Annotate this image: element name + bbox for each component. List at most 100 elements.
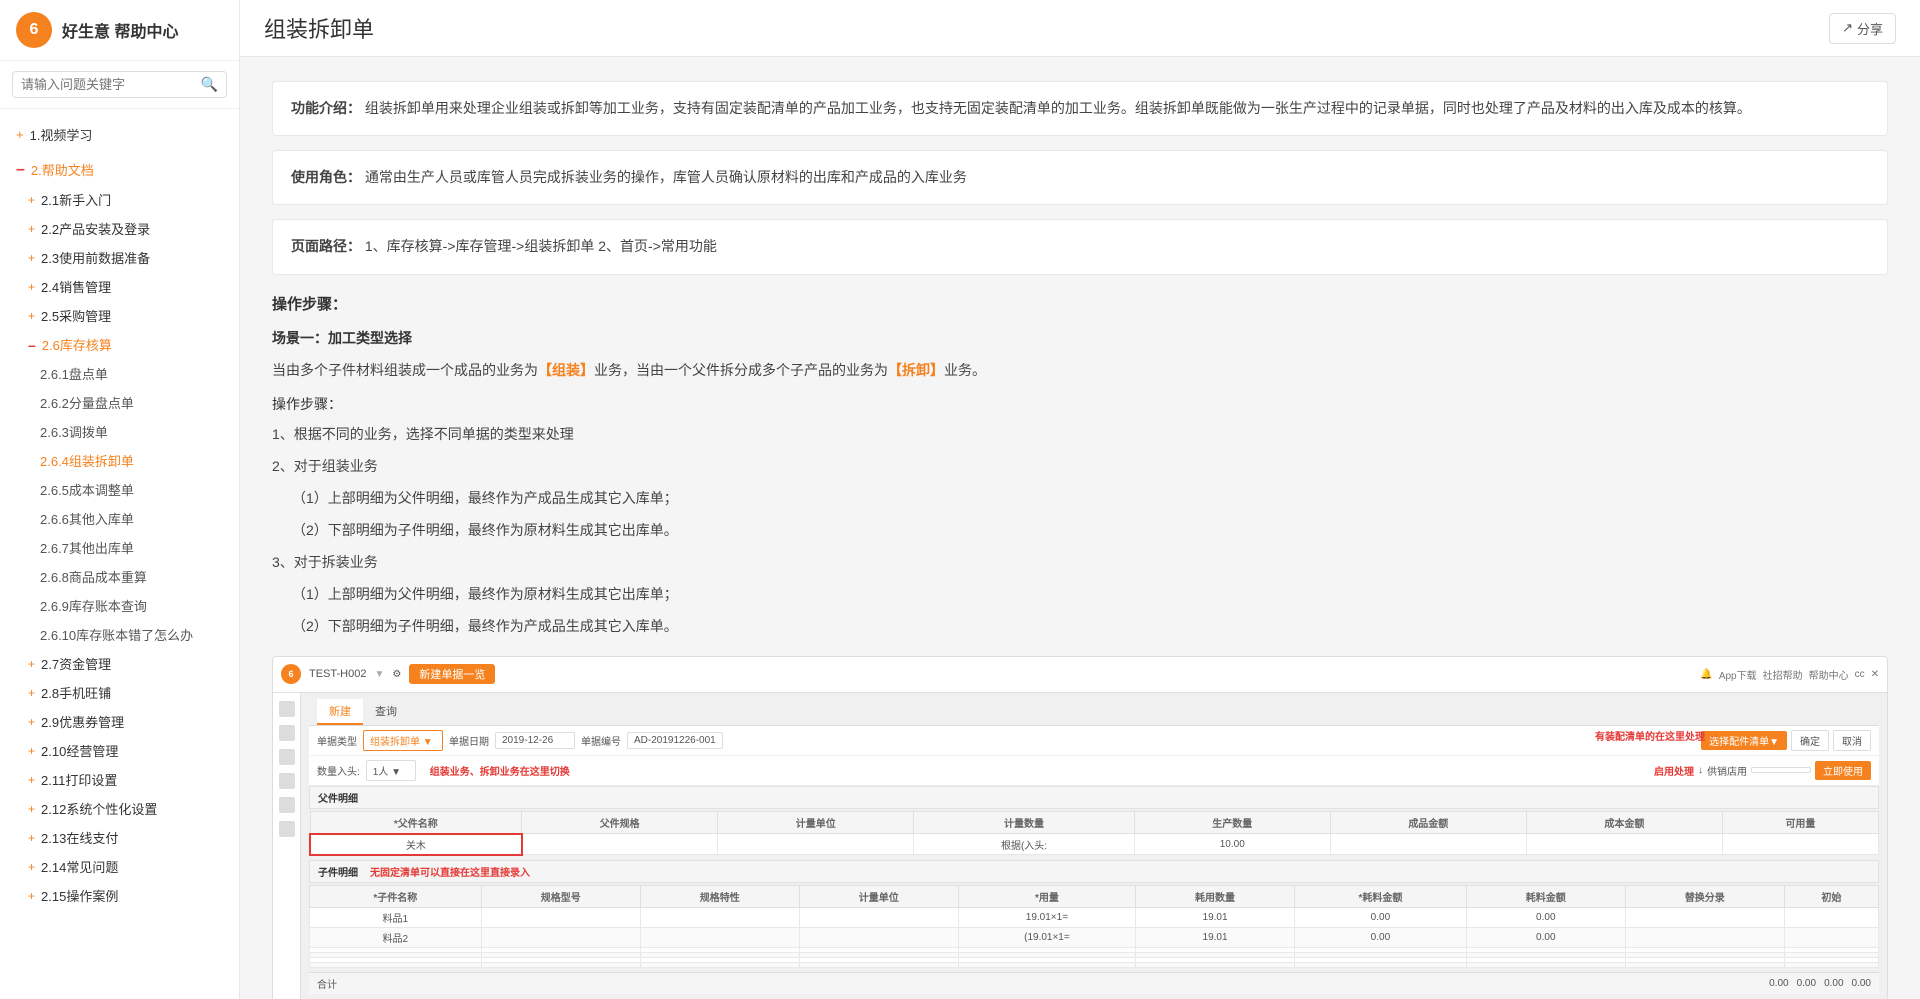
scene1-title: 场景一：加工类型选择 bbox=[272, 328, 1888, 348]
expand-icon-purchase: + bbox=[28, 309, 35, 323]
sidebar-leaf-2-6-6[interactable]: 2.6.6其他入库单 bbox=[0, 504, 239, 533]
sidebar-leaf-2-6-10[interactable]: 2.6.10库存账本错了怎么办 bbox=[0, 620, 239, 649]
mock-confirm-btn: 确定 bbox=[1791, 730, 1829, 751]
sidebar-item-finance[interactable]: + 2.7资金管理 bbox=[0, 649, 239, 678]
expand-icon-faq: + bbox=[28, 860, 35, 874]
expand-icon-data: + bbox=[28, 251, 35, 265]
mock-th-spec: 父件规格 bbox=[522, 811, 718, 834]
sidebar-item-install[interactable]: + 2.2产品安装及登录 bbox=[0, 214, 239, 243]
main-area: 组装拆卸单 ↗ 分享 功能介绍： 组装拆卸单用来处理企业组装或拆卸等加工业务，支… bbox=[240, 0, 1920, 999]
annotation-processing-text: 有装配清单的在这里处理 bbox=[1595, 728, 1705, 743]
mock-docno-field: AD-20191226-001 bbox=[627, 732, 723, 749]
sidebar-item-coupon[interactable]: + 2.9优惠券管理 bbox=[0, 707, 239, 736]
mock-enable-field bbox=[1751, 767, 1811, 773]
mock-bottom-row: 合计 0.00 0.00 0.00 0.00 bbox=[309, 972, 1879, 994]
mock-action-btns: 选择配件清单▼ 确定 取消 bbox=[1701, 730, 1871, 751]
mock-upper-section: 父件明细 bbox=[309, 786, 1879, 809]
sidebar-item-custom[interactable]: + 2.12系统个性化设置 bbox=[0, 794, 239, 823]
mock-logo: 6 bbox=[281, 664, 301, 684]
mock-upper-row-1: 关木 根据(入头: 10.00 bbox=[310, 834, 1879, 855]
collapse-icon-inventory: – bbox=[28, 337, 36, 353]
content-area: 功能介绍： 组装拆卸单用来处理企业组装或拆卸等加工业务，支持有固定装配清单的产品… bbox=[240, 57, 1920, 999]
sidebar-item-faq[interactable]: + 2.14常见问题 bbox=[0, 852, 239, 881]
sidebar-item-docs[interactable]: – 2.帮助文档 bbox=[0, 154, 239, 185]
expand-icon-custom: + bbox=[28, 802, 35, 816]
mock-nav-icons: 🔔 App下载 社招帮助 帮助中心 cc ✕ bbox=[1700, 667, 1879, 682]
sidebar: 6 好生意 帮助中心 🔍 + 1.视频学习 – 2.帮助文档 + 2 bbox=[0, 0, 240, 999]
sidebar-nav: + 1.视频学习 – 2.帮助文档 + 2.1新手入门 + 2.2产品安装及登录 bbox=[0, 109, 239, 999]
mock-th-prod: 生产数量 bbox=[1134, 811, 1330, 834]
sidebar-header: 6 好生意 帮助中心 bbox=[0, 0, 239, 61]
mock-lower-row-1: 料品1 19.01×1= 19.01 0.00 0.00 bbox=[310, 907, 1879, 927]
sidebar-item-sales[interactable]: + 2.4销售管理 bbox=[0, 272, 239, 301]
expand-icon-coupon: + bbox=[28, 715, 35, 729]
mock-icon-1 bbox=[279, 701, 295, 717]
mock-upper-table: *父件名称 父件规格 计量单位 计量数量 生产数量 成品金额 成本金额 可用量 bbox=[309, 811, 1879, 856]
share-button[interactable]: ↗ 分享 bbox=[1829, 13, 1896, 44]
mock-docno-label: 单据编号 bbox=[581, 733, 621, 748]
search-input[interactable] bbox=[21, 77, 201, 92]
sidebar-leaf-2-6-1[interactable]: 2.6.1盘点单 bbox=[0, 359, 239, 388]
func-intro-text: 组装拆卸单用来处理企业组装或拆卸等加工业务，支持有固定装配清单的产品加工业务，也… bbox=[365, 100, 1751, 116]
steps: 1、根据不同的业务，选择不同单据的类型来处理 2、对于组装业务 （1）上部明细为… bbox=[272, 420, 1888, 640]
expand-icon-mobile: + bbox=[28, 686, 35, 700]
sidebar-item-ops[interactable]: + 2.10经营管理 bbox=[0, 736, 239, 765]
sidebar-leaf-2-6-2[interactable]: 2.6.2分量盘点单 bbox=[0, 388, 239, 417]
screenshot-container: 6 TEST-H002 ▼ ⚙ 新建单据一览 🔔 App下载 社招帮助 帮助中心… bbox=[272, 656, 1888, 999]
func-intro-label: 功能介绍： bbox=[291, 100, 361, 116]
sidebar-leaf-2-6-3[interactable]: 2.6.3调拨单 bbox=[0, 417, 239, 446]
mock-th-unit: 计量单位 bbox=[718, 811, 914, 834]
sidebar-item-payment[interactable]: + 2.13在线支付 bbox=[0, 823, 239, 852]
role-text: 通常由生产人员或库管人员完成拆装业务的操作，库管人员确认原材料的出库和产成品的入… bbox=[365, 169, 967, 185]
mock-form-row-2: 数量入头: 1人 ▼ 组装业务、拆卸业务在这里切换 启用处理 ↓ 供销店用 立即… bbox=[309, 756, 1879, 786]
app-logo: 6 bbox=[16, 12, 52, 48]
mock-doc-no: TEST-H002 bbox=[309, 668, 366, 680]
ops-label: 操作步骤： bbox=[272, 394, 1888, 414]
mock-th-fin: 成品金额 bbox=[1330, 811, 1526, 834]
mock-sidebar-icons bbox=[273, 693, 301, 999]
sidebar-item-cases[interactable]: + 2.15操作案例 bbox=[0, 881, 239, 910]
expand-icon-video: + bbox=[16, 127, 24, 142]
mock-doc-type-label: 单据类型 bbox=[317, 733, 357, 748]
expand-icon-print: + bbox=[28, 773, 35, 787]
page-title: 组装拆卸单 bbox=[264, 12, 374, 44]
sidebar-item-print[interactable]: + 2.11打印设置 bbox=[0, 765, 239, 794]
role-block: 使用角色： 通常由生产人员或库管人员完成拆装业务的操作，库管人员确认原材料的出库… bbox=[272, 150, 1888, 205]
sidebar-item-mobile[interactable]: + 2.8手机旺铺 bbox=[0, 678, 239, 707]
annotation-no-fixed: 无固定清单可以直接在这里直接录入 bbox=[370, 864, 530, 879]
annotation-enable-text: 启用处理 bbox=[1654, 763, 1694, 778]
mock-qty-label: 数量入头: bbox=[317, 763, 360, 778]
mock-screenshot: 6 TEST-H002 ▼ ⚙ 新建单据一览 🔔 App下载 社招帮助 帮助中心… bbox=[273, 657, 1887, 999]
mock-form-row-1: 单据类型 组装拆卸单 ▼ 单据日期 2019-12-26 单据编号 AD-201… bbox=[309, 726, 1879, 756]
mock-tab-new: 新建 bbox=[317, 699, 363, 725]
mock-tab-query: 查询 bbox=[363, 699, 409, 725]
mock-th-qty: 计量数量 bbox=[914, 811, 1134, 834]
sidebar-leaf-2-6-8[interactable]: 2.6.8商品成本重算 bbox=[0, 562, 239, 591]
mock-icon-2 bbox=[279, 725, 295, 741]
annotation-type-switch: 组装业务、拆卸业务在这里切换 bbox=[430, 763, 570, 778]
mock-lower-row-6 bbox=[310, 962, 1879, 967]
ops-title: 操作步骤： bbox=[272, 293, 1888, 314]
mock-app-body: 新建 查询 单据类型 组装拆卸单 ▼ 单据日期 2019-12-26 单据编号 … bbox=[273, 693, 1887, 999]
sidebar-item-data[interactable]: + 2.3使用前数据准备 bbox=[0, 243, 239, 272]
mock-annotation-processing: 有装配清单的在这里处理 → bbox=[1595, 728, 1719, 743]
sidebar-leaf-2-6-4[interactable]: 2.6.4组装拆卸单 bbox=[0, 446, 239, 475]
sidebar-leaf-2-6-5[interactable]: 2.6.5成本调整单 bbox=[0, 475, 239, 504]
search-icon[interactable]: 🔍 bbox=[201, 76, 218, 93]
sidebar-leaf-2-6-9[interactable]: 2.6.9库存账本查询 bbox=[0, 591, 239, 620]
expand-icon-payment: + bbox=[28, 831, 35, 845]
mock-icon-5 bbox=[279, 797, 295, 813]
sidebar-item-newbie[interactable]: + 2.1新手入门 bbox=[0, 185, 239, 214]
mock-th-avail: 可用量 bbox=[1722, 811, 1878, 834]
mock-gear: ⚙ bbox=[392, 669, 401, 680]
sidebar-item-purchase[interactable]: + 2.5采购管理 bbox=[0, 301, 239, 330]
sidebar-item-inventory[interactable]: – 2.6库存核算 bbox=[0, 330, 239, 359]
sidebar-item-video[interactable]: + 1.视频学习 bbox=[0, 119, 239, 150]
mock-cancel-btn: 取消 bbox=[1833, 730, 1871, 751]
mock-app-bar: 6 TEST-H002 ▼ ⚙ 新建单据一览 🔔 App下载 社招帮助 帮助中心… bbox=[273, 657, 1887, 693]
mock-doc-type-field: 组装拆卸单 ▼ bbox=[363, 730, 443, 751]
sidebar-leaf-2-6-7[interactable]: 2.6.7其他出库单 bbox=[0, 533, 239, 562]
mock-lower-section: 子件明细 无固定清单可以直接在这里直接录入 bbox=[309, 860, 1879, 883]
mock-th-cost: 成本金额 bbox=[1526, 811, 1722, 834]
mock-icon-4 bbox=[279, 773, 295, 789]
